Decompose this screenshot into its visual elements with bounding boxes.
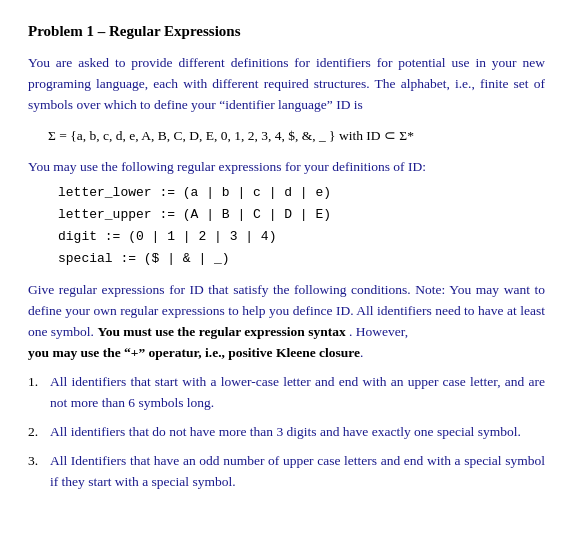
- list-num-2: 2.: [28, 422, 50, 443]
- problem-title: Problem 1 – Regular Expressions: [28, 20, 545, 43]
- give-paragraph: Give regular expressions for ID that sat…: [28, 280, 545, 364]
- list-content-2: All identifiers that do not have more th…: [50, 422, 545, 443]
- intro-paragraph: You are asked to provide different defin…: [28, 53, 545, 116]
- def-letter-lower: letter_lower := (a | b | c | d | e): [58, 182, 545, 204]
- def-letter-upper: letter_upper := (A | B | C | D | E): [58, 204, 545, 226]
- list-content-3: All Identifiers that have an odd number …: [50, 451, 545, 493]
- give-middle: . However,: [349, 324, 408, 339]
- problem-container: Problem 1 – Regular Expressions You are …: [28, 20, 545, 493]
- list-item-3: 3. All Identifiers that have an odd numb…: [28, 451, 545, 493]
- definitions-block: letter_lower := (a | b | c | d | e) lett…: [58, 182, 545, 270]
- definitions-intro: You may use the following regular expres…: [28, 157, 545, 178]
- list-num-3: 3.: [28, 451, 50, 493]
- def-digit: digit := (0 | 1 | 2 | 3 | 4): [58, 226, 545, 248]
- give-bold1: You must use the regular expression synt…: [97, 324, 345, 339]
- give-bold2: you may use the “+” operatur, i.e., posi…: [28, 345, 360, 360]
- alphabet-display: Σ = {a, b, c, d, e, A, B, C, D, E, 0, 1,…: [48, 126, 545, 147]
- list-section: 1. All identifiers that start with a low…: [28, 372, 545, 493]
- list-item-1: 1. All identifiers that start with a low…: [28, 372, 545, 414]
- give-end: .: [360, 345, 363, 360]
- def-special: special := ($ | & | _): [58, 248, 545, 270]
- list-item-2: 2. All identifiers that do not have more…: [28, 422, 545, 443]
- list-num-1: 1.: [28, 372, 50, 414]
- list-content-1: All identifiers that start with a lower-…: [50, 372, 545, 414]
